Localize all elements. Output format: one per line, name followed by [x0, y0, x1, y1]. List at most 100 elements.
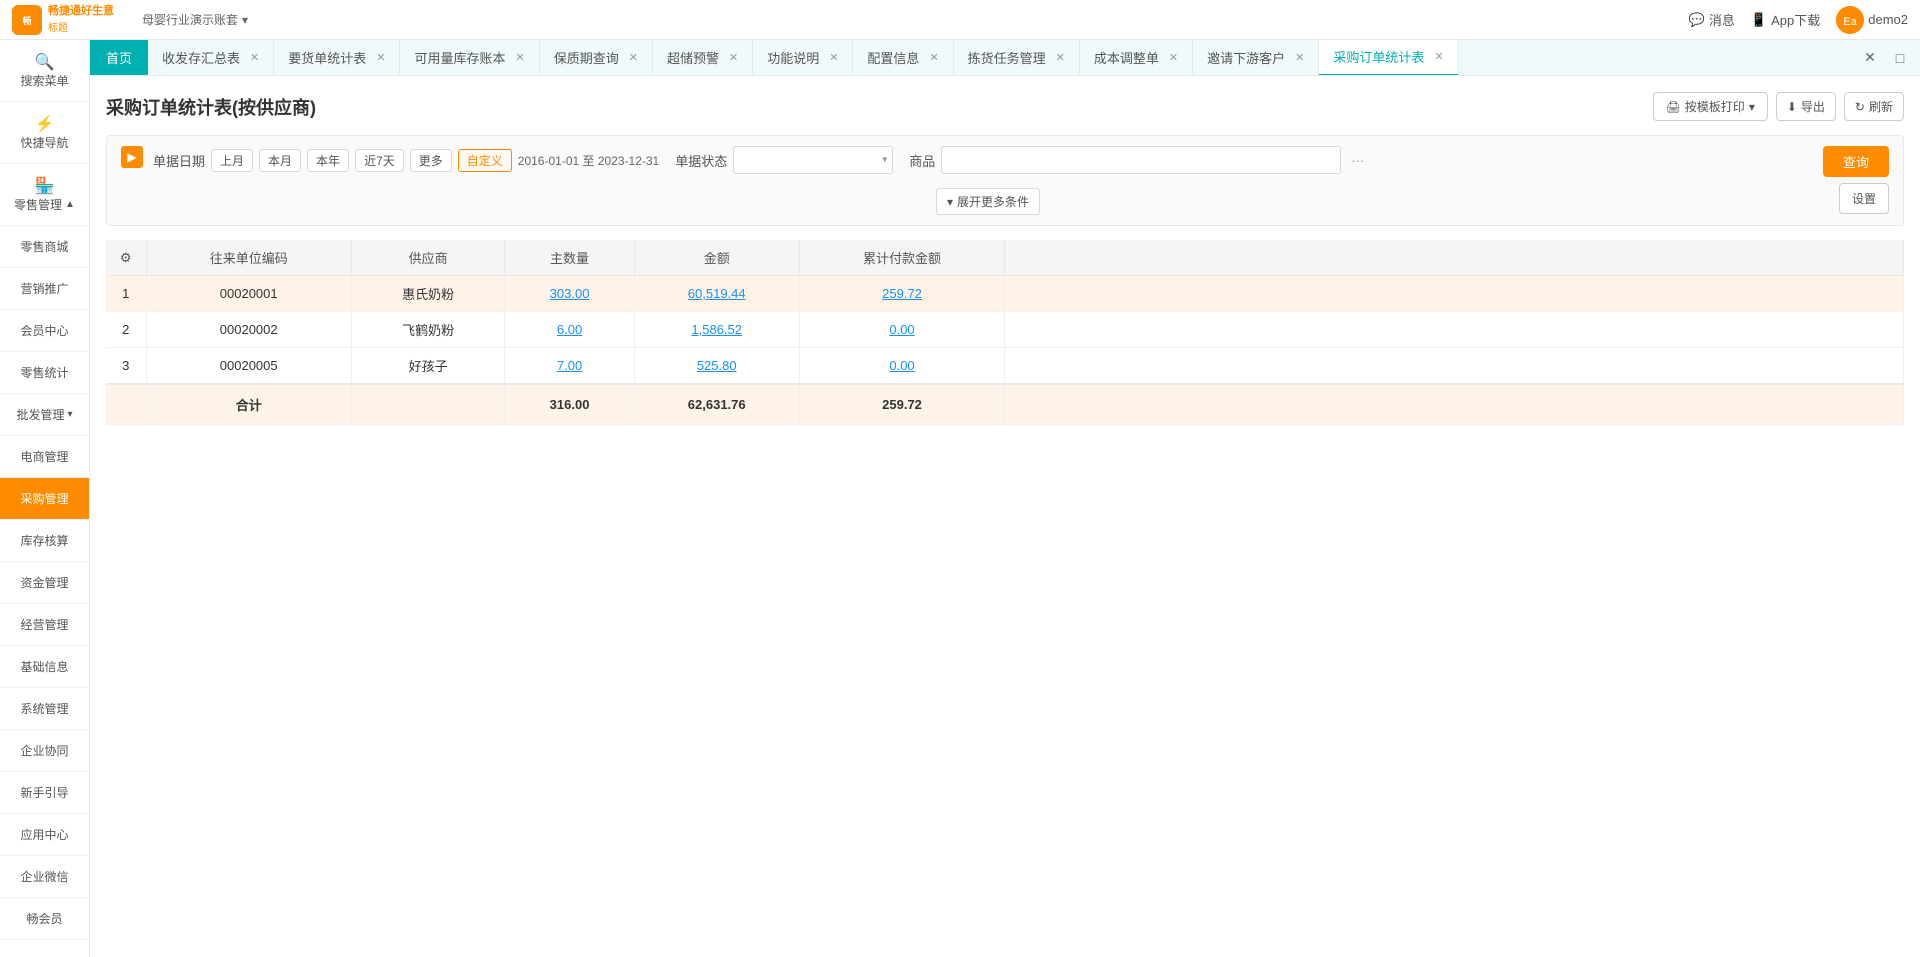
sidebar-item-retail-stats[interactable]: 零售统计 [0, 352, 89, 394]
tab-close-purchase-stats[interactable]: ✕ [1434, 50, 1443, 63]
tab-receive-send[interactable]: 收发存汇总表 ✕ [148, 40, 274, 76]
goods-input[interactable] [941, 146, 1341, 174]
message-button[interactable]: 💬 消息 [1689, 10, 1735, 29]
tab-invite-downstream[interactable]: 邀请下游客户 ✕ [1193, 40, 1319, 76]
app-download-button[interactable]: 📱 App下载 [1751, 10, 1820, 29]
cell-paid-amount[interactable]: 0.00 [799, 348, 1004, 385]
main-qty-link[interactable]: 6.00 [557, 322, 582, 337]
cell-empty [1005, 312, 1904, 348]
sidebar-item-quicknav[interactable]: ⚡ 快捷导航 [0, 102, 89, 164]
collapse-button[interactable]: ▶ [121, 146, 143, 168]
sidebar-item-vip[interactable]: 畅会员 [0, 898, 89, 940]
tab-purchase-stats[interactable]: 采购订单统计表 ✕ [1319, 40, 1458, 76]
tab-close-cost-adjust[interactable]: ✕ [1169, 51, 1178, 64]
th-unit-code: 往来单位编码 [146, 240, 351, 276]
sidebar-item-ecommerce[interactable]: 电商管理 [0, 436, 89, 478]
main-qty-link[interactable]: 7.00 [557, 358, 582, 373]
tab-close-function-desc[interactable]: ✕ [829, 51, 838, 64]
amount-link[interactable]: 60,519.44 [688, 286, 746, 301]
sidebar-item-operations[interactable]: 经营管理 [0, 604, 89, 646]
sidebar-item-purchase[interactable]: 采购管理 [0, 478, 89, 520]
breadcrumb[interactable]: 母婴行业演示账套 ▾ [142, 11, 248, 28]
cell-paid-amount[interactable]: 259.72 [799, 276, 1004, 312]
table-row: 1 00020001 惠氏奶粉 303.00 60,519.44 259.72 [106, 276, 1904, 312]
sidebar-item-wholesale[interactable]: 批发管理 ▾ [0, 394, 89, 436]
tab-close-overstock-alert[interactable]: ✕ [729, 51, 738, 64]
date-this-year[interactable]: 本年 [307, 149, 349, 172]
phone-icon: 📱 [1751, 12, 1767, 28]
goods-label: 商品 [909, 151, 935, 170]
goods-more-icon[interactable]: ··· [1351, 153, 1364, 168]
tab-available-inventory[interactable]: 可用量库存账本 ✕ [400, 40, 539, 76]
sidebar-item-appcenter[interactable]: 应用中心 [0, 814, 89, 856]
tab-shelf-life[interactable]: 保质期查询 ✕ [540, 40, 653, 76]
wholesale-arrow: ▾ [67, 409, 72, 420]
cell-main-qty[interactable]: 303.00 [505, 276, 634, 312]
tab-close-shelf-life[interactable]: ✕ [629, 51, 638, 64]
tab-close-invite-downstream[interactable]: ✕ [1295, 51, 1304, 64]
tab-pick-task[interactable]: 拣货任务管理 ✕ [954, 40, 1080, 76]
sidebar-item-inventory[interactable]: 库存核算 [0, 520, 89, 562]
tab-close-receive-send[interactable]: ✕ [250, 51, 259, 64]
sidebar-item-marketing[interactable]: 营销推广 [0, 268, 89, 310]
cell-paid-amount[interactable]: 0.00 [799, 312, 1004, 348]
date-this-month[interactable]: 本月 [259, 149, 301, 172]
tab-home[interactable]: 首页 [90, 40, 148, 76]
cell-amount[interactable]: 1,586.52 [634, 312, 799, 348]
date-last-month[interactable]: 上月 [211, 149, 253, 172]
amount-link[interactable]: 1,586.52 [691, 322, 742, 337]
cell-main-qty[interactable]: 7.00 [505, 348, 634, 385]
tab-close-available-inventory[interactable]: ✕ [516, 51, 525, 64]
sidebar-item-search[interactable]: 🔍 搜索菜单 [0, 40, 89, 102]
date-custom[interactable]: 自定义 [458, 149, 512, 172]
paid-amount-link[interactable]: 259.72 [882, 286, 922, 301]
date-more[interactable]: 更多 [410, 149, 452, 172]
restore-button[interactable]: □ [1888, 46, 1912, 70]
cell-main-qty[interactable]: 6.00 [505, 312, 634, 348]
top-bar: 畅 畅捷通好生意 标题 母婴行业演示账套 ▾ 💬 消息 📱 App下载 Ea d… [0, 0, 1920, 40]
th-gear[interactable]: ⚙ [106, 240, 146, 276]
th-amount: 金额 [634, 240, 799, 276]
column-settings-icon[interactable]: ⚙ [120, 250, 132, 265]
tab-close-pick-task[interactable]: ✕ [1056, 51, 1065, 64]
sidebar-item-basics[interactable]: 基础信息 [0, 646, 89, 688]
tab-cost-adjust[interactable]: 成本调整单 ✕ [1080, 40, 1193, 76]
export-button[interactable]: ⬇ 导出 [1776, 92, 1836, 121]
setting-button[interactable]: 设置 [1839, 183, 1889, 214]
tab-close-requisition-stats[interactable]: ✕ [376, 51, 385, 64]
sidebar-item-retail-shop[interactable]: 零售商城 [0, 226, 89, 268]
tab-requisition-stats[interactable]: 要货单统计表 ✕ [274, 40, 400, 76]
print-button[interactable]: 🖨 按模板打印 ▾ [1653, 92, 1768, 121]
status-select[interactable] [733, 146, 893, 174]
sidebar-item-finance[interactable]: 资金管理 [0, 562, 89, 604]
query-button[interactable]: 查询 [1823, 146, 1889, 177]
cell-amount[interactable]: 60,519.44 [634, 276, 799, 312]
tab-close-config-info[interactable]: ✕ [929, 51, 938, 64]
paid-amount-link[interactable]: 0.00 [889, 358, 914, 373]
sidebar-item-members[interactable]: 会员中心 [0, 310, 89, 352]
tab-overstock-alert[interactable]: 超储预警 ✕ [653, 40, 753, 76]
tab-function-desc[interactable]: 功能说明 ✕ [753, 40, 853, 76]
sidebar-item-system[interactable]: 系统管理 [0, 688, 89, 730]
cell-amount[interactable]: 525.80 [634, 348, 799, 385]
sidebar-item-wechat[interactable]: 企业微信 [0, 856, 89, 898]
main-qty-link[interactable]: 303.00 [550, 286, 590, 301]
paid-amount-link[interactable]: 0.00 [889, 322, 914, 337]
sidebar-item-enterprise[interactable]: 企业协同 [0, 730, 89, 772]
tab-config-info[interactable]: 配置信息 ✕ [853, 40, 953, 76]
cell-supplier: 惠氏奶粉 [351, 276, 505, 312]
expand-filter-button[interactable]: ▾ 展开更多条件 [936, 188, 1040, 215]
user-profile[interactable]: Ea demo2 [1836, 6, 1908, 34]
date-7days[interactable]: 近7天 [355, 149, 404, 172]
data-table: ⚙ 往来单位编码 供应商 主数量 金额 累计付款金额 1 00020001 惠氏… [106, 240, 1904, 425]
close-all-button[interactable]: ✕ [1858, 46, 1882, 70]
tab-bar: 首页 收发存汇总表 ✕ 要货单统计表 ✕ 可用量库存账本 ✕ 保质期查询 ✕ 超… [90, 40, 1920, 76]
sidebar-item-newguide[interactable]: 新手引导 [0, 772, 89, 814]
sidebar-item-retail[interactable]: 🏪 零售管理 ▲ [0, 164, 89, 226]
amount-link[interactable]: 525.80 [697, 358, 737, 373]
footer-label: 合计 [146, 384, 351, 425]
main-layout: 🔍 搜索菜单 ⚡ 快捷导航 🏪 零售管理 ▲ 零售商城 营销推广 会员中心 零售… [0, 40, 1920, 957]
cell-unit-code: 00020005 [146, 348, 351, 385]
cell-no: 1 [106, 276, 146, 312]
refresh-button[interactable]: ↻ 刷新 [1844, 92, 1904, 121]
